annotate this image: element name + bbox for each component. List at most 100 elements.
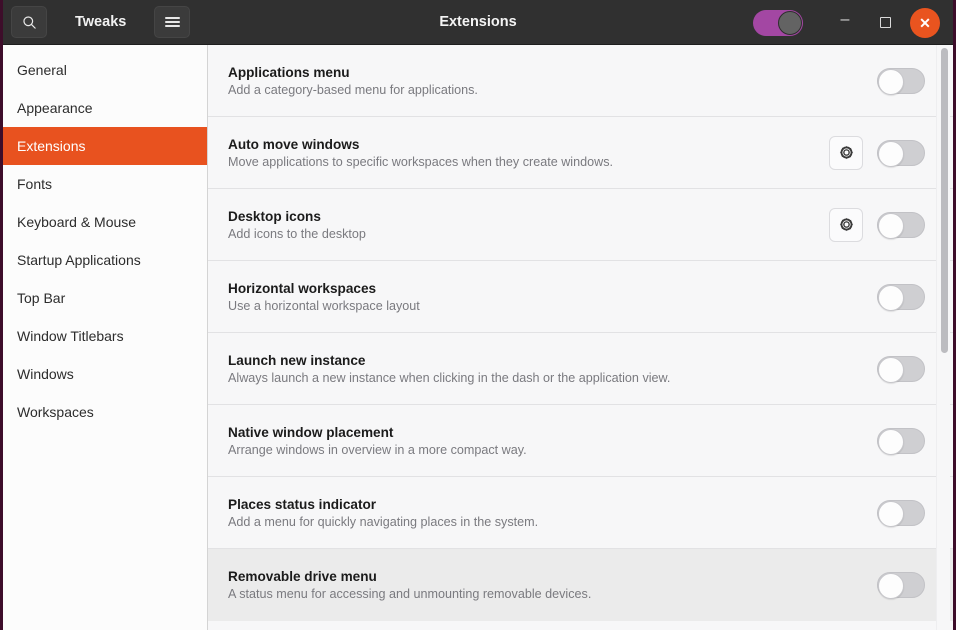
sidebar-item-label: Windows: [17, 366, 74, 382]
extension-title: Desktop icons: [228, 208, 321, 224]
extension-title: Removable drive menu: [228, 569, 377, 584]
extension-text-block: Horizontal workspaces Use a horizontal wo…: [228, 281, 877, 313]
minimize-button[interactable]: –: [830, 8, 860, 38]
sidebar-item-label: Window Titlebars: [17, 328, 124, 344]
toggle-knob: [878, 500, 904, 527]
maximize-button[interactable]: [870, 8, 900, 38]
sidebar-item-general[interactable]: General: [3, 51, 207, 89]
sidebar-item-keyboard-mouse[interactable]: Keyboard & Mouse: [3, 203, 207, 241]
extension-row[interactable]: Auto move windows Move applications to sp…: [208, 117, 953, 189]
extension-title: Horizontal workspaces: [228, 280, 377, 296]
extension-description: Move applications to specific workspaces…: [228, 154, 613, 169]
extension-toggle[interactable]: [877, 211, 925, 239]
toggle-knob: [878, 212, 904, 239]
sidebar-item-startup-applications[interactable]: Startup Applications: [3, 241, 207, 279]
close-icon: ✕: [919, 14, 931, 31]
toggle-knob: [878, 284, 904, 311]
extension-text-block: Applications menu Add a category-based me…: [228, 65, 877, 97]
sidebar-item-window-titlebars[interactable]: Window Titlebars: [3, 317, 207, 355]
tweaks-window: Tweaks Extensions – ✕ General Appearance…: [0, 0, 956, 630]
sidebar-item-fonts[interactable]: Fonts: [3, 165, 207, 203]
extension-title: Applications menu: [228, 64, 350, 80]
extension-settings-button[interactable]: [829, 207, 863, 242]
sidebar-item-extensions[interactable]: Extensions: [3, 127, 207, 165]
extension-toggle[interactable]: [877, 499, 925, 527]
sidebar-item-top-bar[interactable]: Top Bar: [3, 279, 207, 317]
extension-toggle[interactable]: [877, 572, 925, 599]
extension-controls: [877, 67, 943, 95]
sidebar-item-label: Fonts: [17, 176, 53, 192]
scrollbar-thumb[interactable]: [941, 48, 948, 353]
extension-controls: [877, 283, 943, 311]
extension-controls: [877, 355, 943, 383]
toggle-knob: [878, 428, 904, 455]
sidebar-item-appearance[interactable]: Appearance: [3, 89, 207, 127]
extension-description: Always launch a new instance when clicki…: [228, 370, 671, 385]
extension-row[interactable]: Horizontal workspaces Use a horizontal wo…: [208, 261, 953, 333]
sidebar-item-label: Keyboard & Mouse: [17, 214, 137, 230]
extension-text-block: Launch new instance Always launch a new i…: [228, 353, 877, 385]
sidebar-nav: General Appearance Extensions Fonts Keyboard…: [3, 45, 208, 630]
extension-row[interactable]: Applications menu Add a category-based me…: [208, 45, 953, 117]
sidebar-item-label: Workspaces: [17, 404, 94, 420]
extension-toggle[interactable]: [877, 139, 925, 167]
extension-description: Use a horizontal workspace layout: [228, 298, 420, 313]
extension-description: Arrange windows in overview in a more co…: [228, 442, 527, 457]
window-body: General Appearance Extensions Fonts Keyboard…: [3, 45, 953, 630]
extension-controls: [877, 499, 943, 527]
extension-controls: [877, 572, 943, 599]
extension-title: Launch new instance: [228, 352, 366, 368]
extension-text-block: Places status indicator Add a menu for qu…: [228, 497, 877, 529]
sidebar-item-windows[interactable]: Windows: [3, 355, 207, 393]
sidebar-item-workspaces[interactable]: Workspaces: [3, 393, 207, 431]
search-button[interactable]: [11, 6, 47, 38]
extension-controls: [877, 427, 943, 455]
titlebar-toggle[interactable]: [753, 9, 803, 36]
titlebar-toggle-knob: [778, 10, 802, 35]
extension-description: A status menu for accessing and unmounti…: [228, 587, 592, 601]
extension-controls: [829, 207, 943, 242]
extension-row[interactable]: Removable drive menu A status menu for ac…: [208, 549, 953, 621]
gear-icon: [839, 217, 853, 232]
hamburger-menu-icon: [164, 16, 180, 28]
sidebar-item-label: Startup Applications: [17, 252, 141, 268]
extension-row[interactable]: Places status indicator Add a menu for qu…: [208, 477, 953, 549]
extension-text-block: Removable drive menu A status menu for ac…: [228, 569, 877, 601]
extensions-list: Applications menu Add a category-based me…: [208, 45, 953, 630]
extension-text-block: Native window placement Arrange windows i…: [228, 425, 877, 457]
extension-description: Add a menu for quickly navigating places…: [228, 514, 539, 529]
sidebar-item-label: General: [17, 62, 67, 78]
extension-description: Add a category-based menu for applicatio…: [228, 82, 478, 97]
extension-toggle[interactable]: [877, 427, 925, 455]
extension-row[interactable]: Desktop icons Add icons to the desktop: [208, 189, 953, 261]
toggle-knob: [878, 573, 904, 599]
toggle-knob: [878, 356, 904, 383]
sidebar-item-label: Top Bar: [17, 290, 66, 306]
extension-toggle[interactable]: [877, 67, 925, 95]
window-titlebar: Tweaks Extensions – ✕: [3, 0, 953, 45]
extension-title: Auto move windows: [228, 136, 360, 152]
toggle-knob: [878, 140, 904, 167]
close-button[interactable]: ✕: [910, 7, 940, 38]
extension-text-block: Auto move windows Move applications to sp…: [228, 137, 829, 169]
sidebar-item-label: Extensions: [17, 138, 86, 154]
gear-icon: [839, 145, 853, 160]
extension-row[interactable]: Launch new instance Always launch a new i…: [208, 333, 953, 405]
titlebar-right-controls: – ✕: [753, 0, 953, 45]
extension-settings-button[interactable]: [829, 135, 863, 170]
app-title: Tweaks: [75, 14, 127, 30]
extension-row[interactable]: Native window placement Arrange windows i…: [208, 405, 953, 477]
maximize-icon: [879, 17, 891, 28]
search-icon: [22, 15, 36, 29]
extension-description: Add icons to the desktop: [228, 226, 366, 241]
extension-text-block: Desktop icons Add icons to the desktop: [228, 209, 829, 241]
extension-toggle[interactable]: [877, 283, 925, 311]
extension-title: Places status indicator: [228, 496, 377, 512]
extension-toggle[interactable]: [877, 355, 925, 383]
vertical-scrollbar[interactable]: [936, 45, 950, 630]
toggle-knob: [878, 68, 904, 95]
minimize-icon: –: [840, 10, 850, 28]
extension-controls: [829, 135, 943, 170]
sidebar-item-label: Appearance: [17, 100, 93, 116]
hamburger-menu-button[interactable]: [154, 6, 191, 38]
